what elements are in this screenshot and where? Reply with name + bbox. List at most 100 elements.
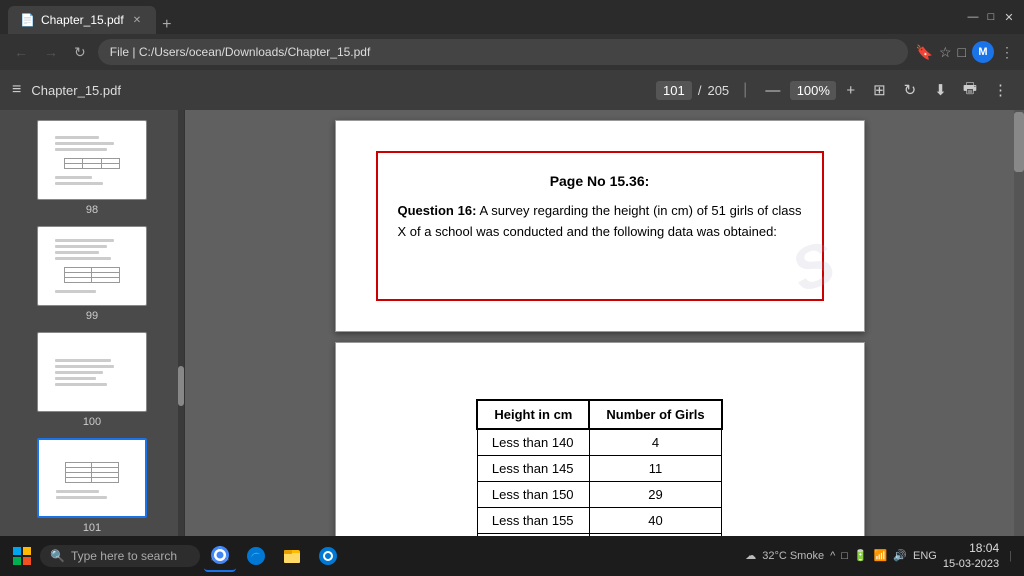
screen-icon[interactable]: □ (958, 44, 966, 60)
tab-bar: 📄 Chapter_15.pdf ✕ + (8, 0, 177, 34)
taskbar: 🔍 Type here to search ☁ 32°C Smoke ^ □ 🔋… (0, 536, 1024, 576)
profile-avatar[interactable]: M (972, 41, 994, 63)
taskbar-app-chrome[interactable] (204, 540, 236, 572)
thumbnail-page-100[interactable]: 100 (37, 332, 147, 428)
star-icon[interactable]: ☆ (939, 44, 952, 61)
count-val: 40 (589, 508, 721, 534)
thumb-img-101 (37, 438, 147, 518)
table-header-height: Height in cm (477, 400, 589, 429)
page-border-question: Page No 15.36: Question 16: A survey reg… (376, 151, 824, 301)
more-options-icon[interactable]: ⋮ (1000, 44, 1014, 61)
thumb-label-101: 101 (83, 522, 101, 534)
wifi-icon: 📶 (874, 549, 888, 562)
sidebar-scrollbar-track[interactable] (178, 110, 184, 576)
sidebar-scrollbar-thumb[interactable] (178, 366, 184, 406)
thumb-label-100: 100 (83, 416, 101, 428)
question-label: Question 16: (398, 203, 477, 218)
count-val: 4 (589, 429, 721, 456)
table-row: Less than 150 29 (477, 482, 721, 508)
pdf-zoom-input[interactable] (790, 81, 836, 100)
tab-close-button[interactable]: ✕ (130, 14, 144, 27)
window-controls: — □ ✕ (966, 10, 1016, 24)
taskbar-app-edge[interactable] (240, 540, 272, 572)
minimize-button[interactable]: — (966, 10, 980, 24)
thumb-label-99: 99 (86, 310, 98, 322)
language-label: ENG (913, 550, 937, 562)
pdf-toolbar-right: ⬇ 🖶 ⋮ (930, 76, 1012, 105)
pdf-page-controls: / 205 (656, 81, 729, 100)
tab-favicon: 📄 (20, 13, 35, 27)
height-val: Less than 145 (477, 456, 589, 482)
address-input[interactable] (98, 39, 908, 65)
tray-icon-2: 🔋 (854, 549, 868, 562)
height-val: Less than 155 (477, 508, 589, 534)
zoom-out-button[interactable]: — (761, 80, 784, 101)
search-placeholder: Type here to search (71, 549, 177, 563)
pdf-menu-icon[interactable]: ≡ (12, 81, 21, 99)
address-icons: 🔖 ☆ □ M ⋮ (916, 41, 1014, 63)
pdf-toolbar: ≡ Chapter_15.pdf / 205 | — + ⊞ ↻ ⬇ 🖶 ⋮ (0, 70, 1024, 110)
page-number-title: Page No 15.36: (398, 173, 802, 189)
expand-tray-icon[interactable]: ^ (830, 550, 835, 562)
forward-button[interactable]: → (40, 42, 62, 62)
taskbar-app-explorer[interactable] (276, 540, 308, 572)
print-icon[interactable]: 🖶 (959, 76, 981, 105)
bookmark-icon[interactable]: 🔖 (916, 44, 933, 61)
thumb-img-99 (37, 226, 147, 306)
zoom-in-button[interactable]: + (842, 80, 859, 101)
maximize-button[interactable]: □ (984, 10, 998, 24)
pdf-more-icon[interactable]: ⋮ (989, 79, 1012, 101)
active-tab[interactable]: 📄 Chapter_15.pdf ✕ (8, 6, 156, 34)
height-val: Less than 150 (477, 482, 589, 508)
show-desktop-button[interactable]: | (1005, 550, 1016, 562)
pdf-total-pages: 205 (707, 83, 729, 98)
count-val: 11 (589, 456, 721, 482)
close-button[interactable]: ✕ (1002, 10, 1016, 24)
browser-titlebar: 📄 Chapter_15.pdf ✕ + — □ ✕ (0, 0, 1024, 34)
language-indicator: ENG (913, 550, 937, 562)
rotate-icon[interactable]: ↻ (900, 79, 921, 101)
right-scroll-thumb[interactable] (1014, 112, 1024, 172)
count-val: 29 (589, 482, 721, 508)
right-scrollbar[interactable] (1014, 110, 1024, 576)
pdf-content-area[interactable]: Page No 15.36: Question 16: A survey reg… (185, 110, 1014, 576)
thumb-label-98: 98 (86, 204, 98, 216)
thumb-img-98 (37, 120, 147, 200)
volume-icon: 🔊 (893, 549, 907, 562)
pdf-title: Chapter_15.pdf (31, 83, 646, 98)
pdf-page-separator: / (698, 83, 702, 98)
pdf-page-question: Page No 15.36: Question 16: A survey reg… (335, 120, 865, 332)
system-date: 15-03-2023 (943, 557, 999, 571)
taskbar-search[interactable]: 🔍 Type here to search (40, 545, 200, 567)
fit-page-icon[interactable]: ⊞ (869, 79, 890, 101)
back-button[interactable]: ← (10, 42, 32, 62)
thumb-img-100 (37, 332, 147, 412)
search-icon: 🔍 (50, 549, 65, 563)
tab-title: Chapter_15.pdf (41, 13, 124, 27)
taskbar-right: ☁ 32°C Smoke ^ □ 🔋 📶 🔊 ENG 18:04 15-03-2… (745, 541, 1016, 571)
download-icon[interactable]: ⬇ (930, 79, 951, 101)
thumbnail-page-98[interactable]: 98 (37, 120, 147, 216)
table-row: Less than 140 4 (477, 429, 721, 456)
new-tab-button[interactable]: + (156, 16, 177, 34)
pdf-zoom-controls: — + (761, 80, 859, 101)
thumbnail-sidebar: 98 99 (0, 110, 185, 576)
thumbnail-page-101[interactable]: 101 (37, 438, 147, 534)
table-header-girls: Number of Girls (589, 400, 721, 429)
height-val: Less than 140 (477, 429, 589, 456)
reload-button[interactable]: ↻ (70, 42, 90, 63)
tray-icon-1: □ (841, 550, 848, 562)
pdf-page-input[interactable] (656, 81, 692, 100)
sys-tray: ☁ 32°C Smoke ^ □ 🔋 📶 🔊 (745, 549, 907, 562)
system-time: 18:04 (943, 541, 999, 557)
time-block[interactable]: 18:04 15-03-2023 (943, 541, 999, 571)
thumbnail-page-99[interactable]: 99 (37, 226, 147, 322)
address-bar: ← → ↻ 🔖 ☆ □ M ⋮ (0, 34, 1024, 70)
taskbar-app-settings[interactable] (312, 540, 344, 572)
table-row: Less than 145 11 (477, 456, 721, 482)
question-text: Question 16: A survey regarding the heig… (398, 201, 802, 243)
weather-icon: ☁ (745, 549, 756, 562)
start-button[interactable] (8, 542, 36, 570)
weather-text: 32°C Smoke (762, 550, 824, 562)
table-row: Less than 155 40 (477, 508, 721, 534)
